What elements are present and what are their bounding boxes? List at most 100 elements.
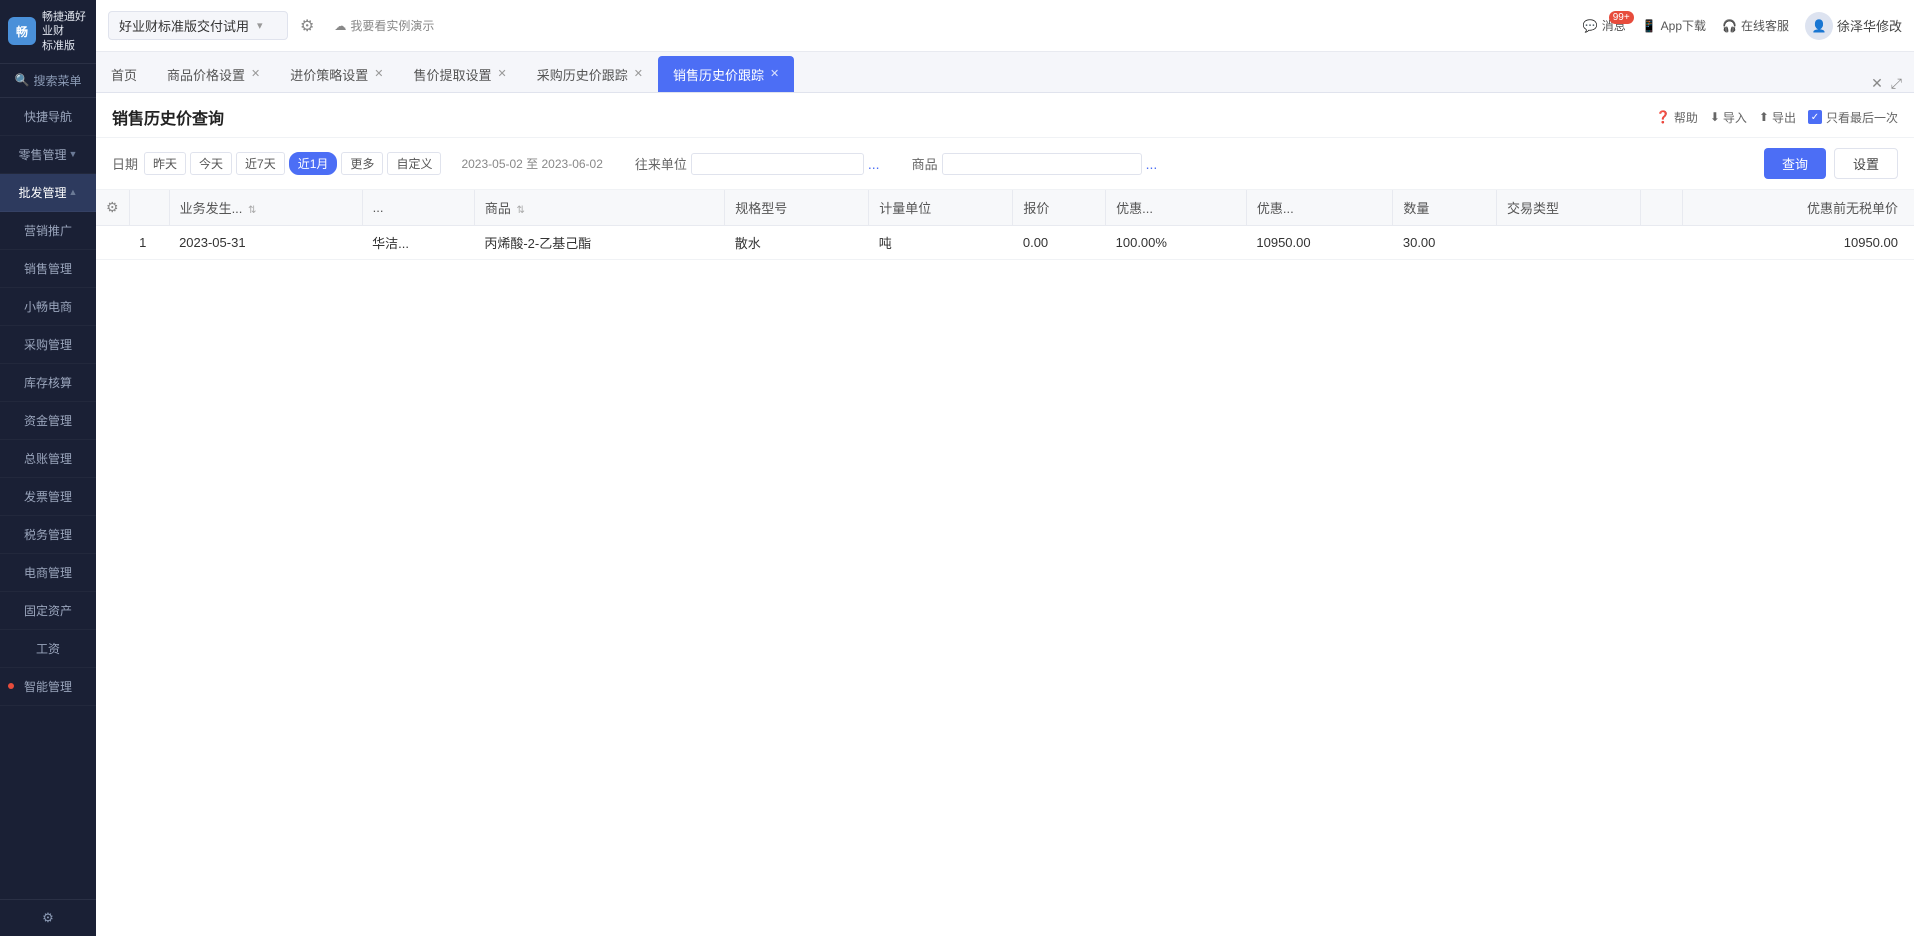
sidebar-item-inventory-label: 库存核算 (24, 374, 72, 391)
cell-spacer (1641, 226, 1682, 260)
date-filter-buttons: 昨天 今天 近7天 近1月 更多 自定义 (144, 152, 441, 175)
user-name: 徐泽华修改 (1837, 16, 1902, 35)
window-close-button[interactable]: ✕ (1871, 75, 1883, 92)
cell-business-date: 2023-05-31 (169, 226, 362, 260)
window-expand-button[interactable]: ⤢ (1891, 75, 1902, 92)
cell-settings (96, 226, 129, 260)
tab-product-price-label: 商品价格设置 (167, 65, 245, 84)
sidebar-item-tax[interactable]: 税务管理 (0, 516, 96, 554)
col-pretax-price: 优惠前无税单价 (1682, 190, 1914, 226)
sidebar-item-ecommerce[interactable]: 电商管理 (0, 554, 96, 592)
sidebar-settings-button[interactable]: ⚙ (0, 899, 96, 936)
table-row[interactable]: 1 2023-05-31 华洁... 丙烯酸-2-乙基己酯 散水 吨 0.00 … (96, 226, 1914, 260)
date-more-btn[interactable]: 更多 (341, 152, 383, 175)
cloud-icon: ☁ (334, 19, 346, 33)
close-icon[interactable]: ✕ (251, 69, 260, 80)
filter-actions: 查询 设置 (1764, 148, 1898, 179)
sidebar-item-purchase[interactable]: 采购管理 (0, 326, 96, 364)
cell-index: 1 (129, 226, 169, 260)
cell-unit: 吨 (869, 226, 1013, 260)
tab-purchase-strategy[interactable]: 进价策略设置 ✕ (275, 56, 398, 92)
sidebar-item-fixed-assets-label: 固定资产 (24, 602, 72, 619)
sidebar-item-ecommerce-small[interactable]: 小畅电商 (0, 288, 96, 326)
col-trade-type: 交易类型 (1497, 190, 1641, 226)
online-service-button[interactable]: 🎧 在线客服 (1722, 17, 1789, 34)
sidebar-search-label: 搜索菜单 (33, 72, 81, 89)
sidebar-item-retail[interactable]: 零售管理 ▼ (0, 136, 96, 174)
date-label: 日期 (112, 154, 138, 173)
sidebar-item-fixed-assets[interactable]: 固定资产 (0, 592, 96, 630)
tab-home-label: 首页 (111, 65, 137, 84)
setting-button[interactable]: 设置 (1834, 148, 1898, 179)
sidebar-item-smart[interactable]: 智能管理 (0, 668, 96, 706)
sidebar-search-menu[interactable]: 🔍 搜索菜单 (0, 64, 96, 98)
close-icon[interactable]: ✕ (770, 69, 779, 80)
supplier-label: 往来单位 (635, 154, 687, 173)
tab-sale-price[interactable]: 售价提取设置 ✕ (398, 56, 521, 92)
table-settings-icon[interactable]: ⚙ (106, 199, 119, 215)
import-icon: ⬇ (1710, 110, 1720, 124)
last-only-checkbox[interactable]: ✓ 只看最后一次 (1808, 109, 1898, 126)
col-extra[interactable]: ... (362, 190, 474, 226)
supplier-input[interactable] (691, 153, 864, 175)
page-header: 销售历史价查询 ❓ 帮助 ⬇ 导入 ⬆ 导出 ✓ 只看最后一次 (96, 93, 1914, 138)
app-download-button[interactable]: 📱 App下载 (1642, 17, 1706, 34)
export-button[interactable]: ⬆ 导出 (1759, 109, 1796, 126)
sidebar-item-invoice[interactable]: 发票管理 (0, 478, 96, 516)
tab-purchase-history[interactable]: 采购历史价跟踪 ✕ (522, 56, 658, 92)
sidebar-item-marketing-label: 营销推广 (24, 222, 72, 239)
sidebar-item-wholesale[interactable]: 批发管理 ▲ (0, 174, 96, 212)
app-logo-icon: 畅 (8, 17, 36, 45)
phone-icon: 📱 (1642, 19, 1657, 33)
product-search-btn[interactable]: ... (1146, 156, 1158, 172)
sidebar-item-general-ledger[interactable]: 总账管理 (0, 440, 96, 478)
demo-label: 我要看实例演示 (350, 17, 434, 34)
headset-icon: 🎧 (1722, 19, 1737, 33)
date-last7-btn[interactable]: 近7天 (236, 152, 285, 175)
sidebar-item-general-ledger-label: 总账管理 (24, 450, 72, 467)
product-input[interactable] (942, 153, 1142, 175)
help-button[interactable]: ❓ 帮助 (1656, 109, 1698, 126)
tab-sale-price-label: 售价提取设置 (413, 65, 491, 84)
sidebar-item-payroll[interactable]: 工资 (0, 630, 96, 668)
demo-btn[interactable]: ☁ 我要看实例演示 (334, 17, 434, 34)
table-header-row: ⚙ 业务发生... ⇅ ... 商品 ⇅ (96, 190, 1914, 226)
sidebar-item-finance-label: 资金管理 (24, 412, 72, 429)
col-spacer (1641, 190, 1682, 226)
last-only-label: 只看最后一次 (1826, 109, 1898, 126)
message-button[interactable]: 💬 消息 99+ (1583, 17, 1626, 34)
sidebar: 畅 畅捷通好业财 标准版 🔍 搜索菜单 快捷导航 零售管理 ▼ 批发管理 ▲ 营… (0, 0, 96, 936)
sidebar-item-finance[interactable]: 资金管理 (0, 402, 96, 440)
col-business-date[interactable]: 业务发生... ⇅ (169, 190, 362, 226)
close-icon[interactable]: ✕ (374, 69, 383, 80)
sidebar-item-marketing[interactable]: 营销推广 (0, 212, 96, 250)
close-icon[interactable]: ✕ (498, 69, 507, 80)
date-yesterday-btn[interactable]: 昨天 (144, 152, 186, 175)
close-icon[interactable]: ✕ (634, 69, 643, 80)
date-last1m-btn[interactable]: 近1月 (289, 152, 338, 175)
user-menu[interactable]: 👤 徐泽华修改 (1805, 12, 1902, 40)
cell-trade-type (1497, 226, 1641, 260)
col-business-date-label: 业务发生... (180, 201, 243, 216)
tab-product-price[interactable]: 商品价格设置 ✕ (152, 56, 275, 92)
product-label: 商品 (912, 154, 938, 173)
tab-home[interactable]: 首页 (96, 56, 152, 92)
tab-sales-history[interactable]: 销售历史价跟踪 ✕ (658, 56, 794, 92)
sidebar-item-quick-nav[interactable]: 快捷导航 (0, 98, 96, 136)
supplier-search-btn[interactable]: ... (868, 156, 880, 172)
checkbox-checked-icon: ✓ (1808, 110, 1822, 124)
sidebar-item-sales[interactable]: 销售管理 (0, 250, 96, 288)
query-button[interactable]: 查询 (1764, 148, 1826, 179)
cell-price: 0.00 (1013, 226, 1106, 260)
date-custom-btn[interactable]: 自定义 (387, 152, 441, 175)
sidebar-item-ecommerce-label: 电商管理 (24, 564, 72, 581)
tab-sales-history-label: 销售历史价跟踪 (673, 65, 764, 84)
col-product[interactable]: 商品 ⇅ (474, 190, 724, 226)
chevron-down-icon: ▾ (257, 19, 263, 32)
sidebar-item-sales-label: 销售管理 (24, 260, 72, 277)
import-button[interactable]: ⬇ 导入 (1710, 109, 1747, 126)
sidebar-item-inventory[interactable]: 库存核算 (0, 364, 96, 402)
module-selector[interactable]: 好业财标准版交付试用 ▾ (108, 11, 288, 40)
date-today-btn[interactable]: 今天 (190, 152, 232, 175)
topbar-settings-icon[interactable]: ⚙ (296, 12, 318, 40)
